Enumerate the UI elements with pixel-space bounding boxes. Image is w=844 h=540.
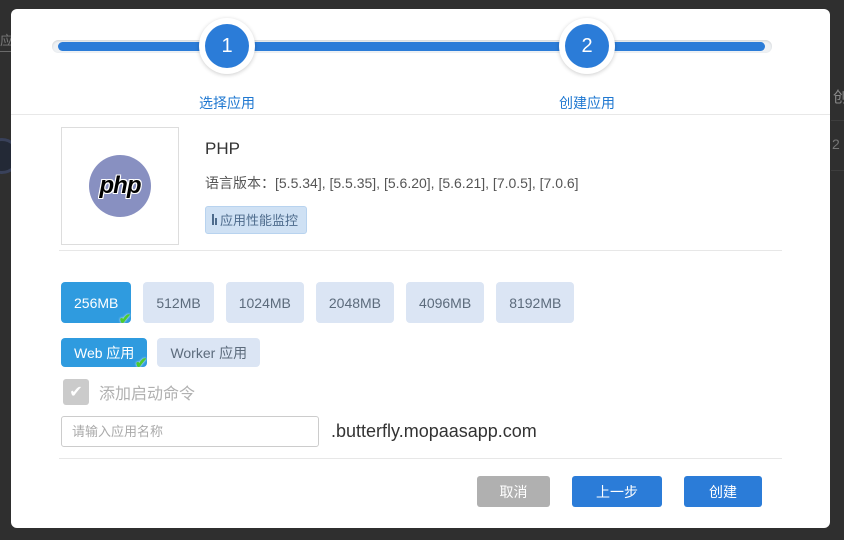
cancel-button[interactable]: 取消 (477, 476, 550, 507)
app-name-input[interactable] (61, 416, 319, 447)
memory-option-4096mb[interactable]: 4096MB (406, 282, 485, 323)
versions-label: 语言版本： (205, 175, 275, 191)
check-icon: ✔ (118, 311, 132, 328)
performance-monitor-icon (212, 214, 217, 225)
memory-option-256mb[interactable]: 256MB ✔ (61, 282, 132, 327)
performance-monitor-badge: 应用性能监控 (205, 206, 308, 234)
memory-option-1024mb[interactable]: 1024MB (225, 282, 304, 323)
startup-command-checkbox[interactable]: ✔ (63, 379, 89, 405)
selected-app-section: php PHP 语言版本：[5.5.34], [5.5.35], [5.6.20… (11, 115, 830, 245)
memory-options: 256MB ✔ 512MB 1024MB 2048MB 4096MB 8192M… (61, 282, 830, 327)
step-select-app[interactable]: 1 选择应用 (199, 18, 255, 111)
wizard-stepper: 1 选择应用 2 创建应用 (11, 9, 830, 115)
section-divider (59, 250, 782, 251)
memory-option-2048mb[interactable]: 2048MB (315, 282, 395, 323)
step-circle: 2 (559, 18, 615, 74)
app-logo-card: php (61, 127, 179, 245)
step-label: 创建应用 (559, 95, 615, 111)
create-button[interactable]: 创建 (684, 476, 762, 507)
stepper-progress-bar (58, 42, 765, 51)
check-icon: ✔ (134, 355, 148, 372)
app-name-row: .butterfly.mopaasapp.com (61, 416, 830, 447)
background-partial-text-right: 创 (833, 89, 844, 106)
startup-command-label: 添加启动命令 (99, 386, 196, 403)
step-number: 1 (205, 24, 249, 68)
create-app-modal: 1 选择应用 2 创建应用 php PHP 语言版本：[5.5.34], [5.… (11, 9, 830, 528)
domain-suffix: .butterfly.mopaasapp.com (331, 421, 537, 441)
memory-option-label: 4096MB (419, 294, 472, 311)
php-logo-icon: php (89, 155, 151, 217)
memory-option-8192mb[interactable]: 8192MB (496, 282, 575, 323)
startup-command-row: ✔ 添加启动命令 (63, 379, 830, 405)
php-logo-text: php (99, 172, 142, 199)
memory-option-label: 8192MB (509, 294, 562, 311)
app-title: PHP (205, 139, 240, 158)
step-circle: 1 (199, 18, 255, 74)
memory-option-label: 2048MB (328, 294, 382, 311)
app-info: PHP 语言版本：[5.5.34], [5.5.35], [5.6.20], [… (205, 127, 579, 245)
memory-option-label: 1024MB (238, 294, 291, 311)
previous-step-button[interactable]: 上一步 (572, 476, 662, 507)
memory-option-label: 512MB (156, 294, 201, 311)
app-type-options: Web 应用 ✔ Worker 应用 (61, 338, 830, 371)
memory-option-label: 256MB (74, 294, 119, 311)
badge-label: 应用性能监控 (220, 213, 299, 228)
app-type-web[interactable]: Web 应用 ✔ (61, 338, 148, 371)
footer-actions: 取消 上一步 创建 (11, 459, 830, 507)
background-divider (831, 170, 844, 171)
step-number: 2 (565, 24, 609, 68)
step-label: 选择应用 (199, 95, 255, 111)
background-partial-number-right: 2 (832, 136, 840, 152)
app-versions: 语言版本：[5.5.34], [5.5.35], [5.6.20], [5.6.… (205, 173, 579, 193)
memory-option-512mb[interactable]: 512MB (143, 282, 214, 323)
step-create-app[interactable]: 2 创建应用 (559, 18, 615, 111)
app-type-label: Web 应用 (74, 344, 135, 361)
versions-list: [5.5.34], [5.5.35], [5.6.20], [5.6.21], … (275, 175, 579, 191)
app-type-label: Worker 应用 (170, 344, 248, 361)
app-type-worker[interactable]: Worker 应用 (157, 338, 261, 367)
background-divider (831, 120, 844, 121)
